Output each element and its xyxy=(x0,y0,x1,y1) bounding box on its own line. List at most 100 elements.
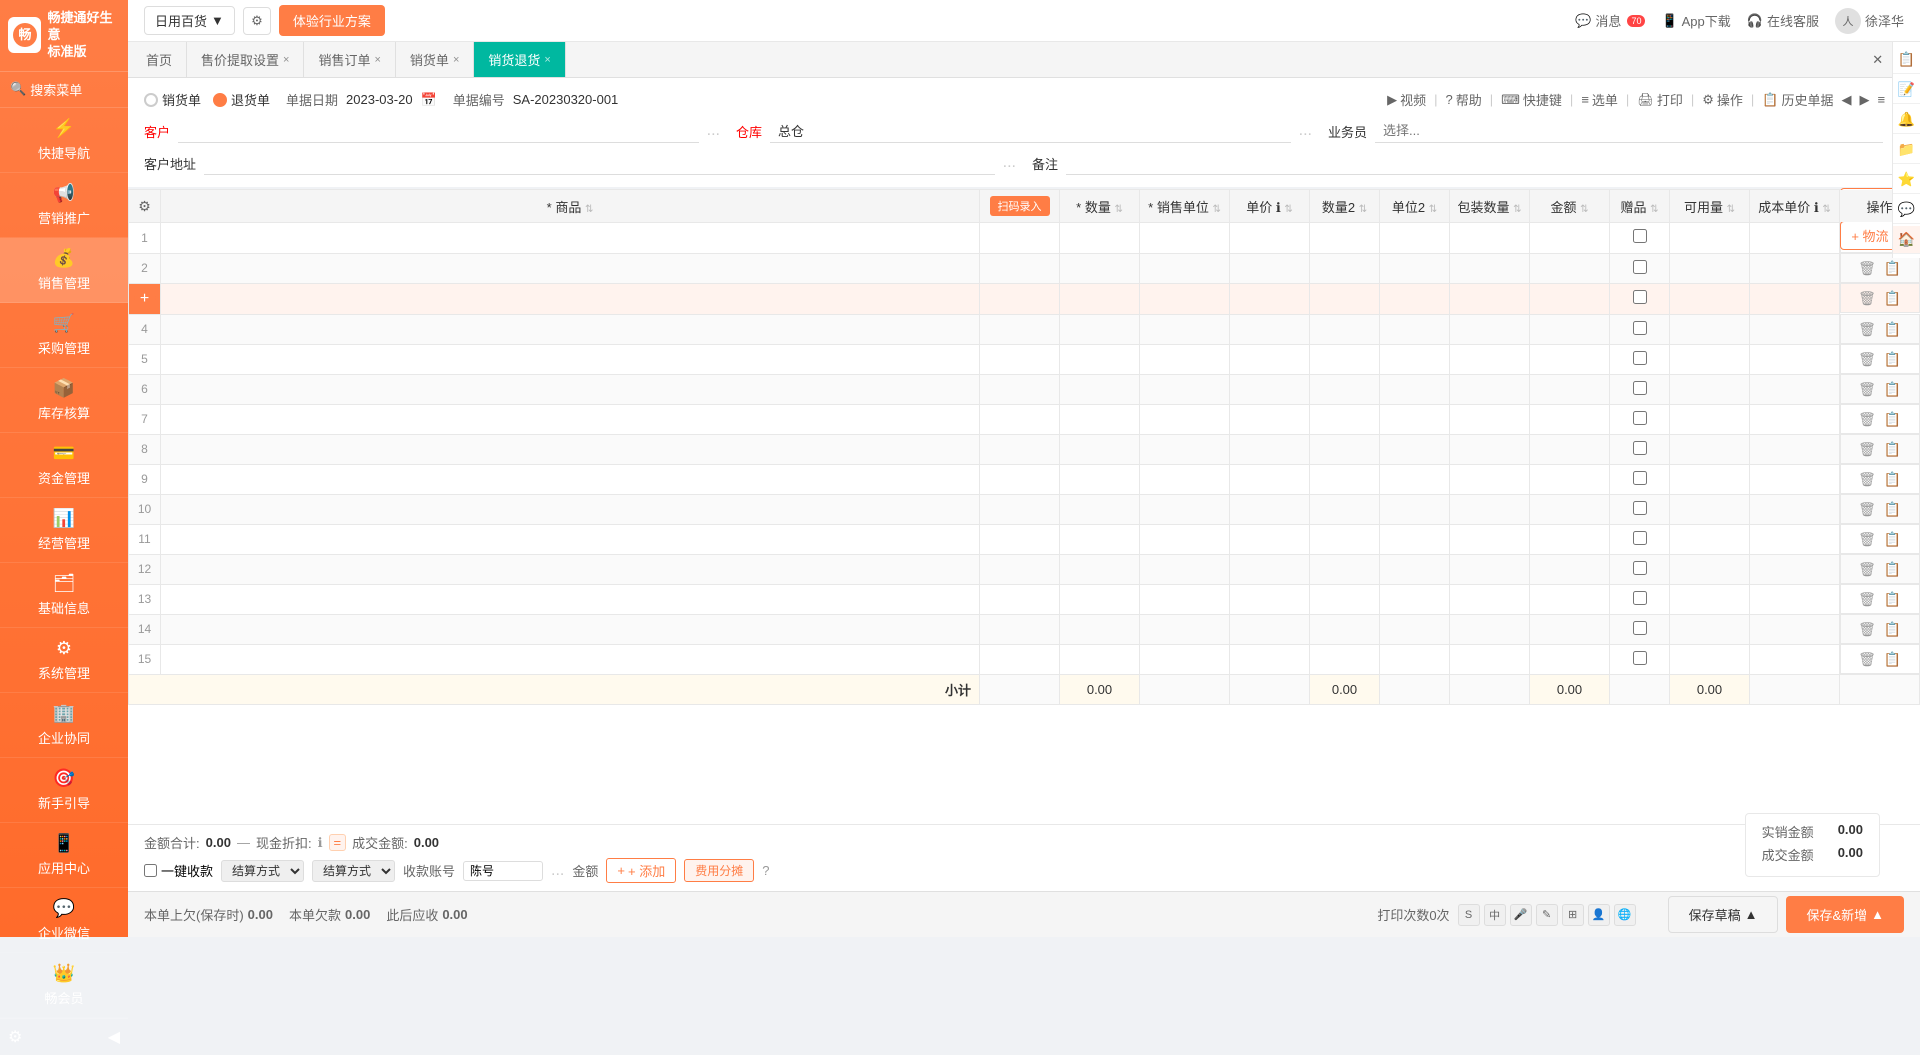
fee-info-icon[interactable]: ? xyxy=(762,863,769,878)
toolbar-select[interactable]: ≡ 选单 xyxy=(1581,90,1618,109)
copy-btn[interactable]: 📋 xyxy=(1882,559,1903,580)
sort-unit-icon[interactable]: ⇅ xyxy=(1212,204,1220,215)
scan-btn[interactable]: 扫码录入 xyxy=(990,196,1050,216)
copy-btn[interactable]: 📋 xyxy=(1882,379,1903,400)
right-panel-btn-2[interactable]: 📝 xyxy=(1893,78,1920,104)
delete-btn[interactable]: 🗑 xyxy=(1856,409,1878,430)
delete-btn[interactable]: 🗑 xyxy=(1856,439,1878,460)
save-new-btn[interactable]: 保存&新增 ▲ xyxy=(1786,896,1904,933)
add-row-btn[interactable]: + xyxy=(134,288,156,310)
address-dots[interactable]: ... xyxy=(1003,154,1016,172)
warehouse-input[interactable] xyxy=(770,119,1291,143)
sort-gift-icon[interactable]: ⇅ xyxy=(1650,204,1658,215)
tab-sales-order[interactable]: 销售订单 × xyxy=(304,42,395,77)
product-cell-1[interactable] xyxy=(161,223,980,254)
sidebar-collapse-btn[interactable]: ◀ xyxy=(108,1027,120,1047)
amount-cell-1[interactable] xyxy=(1530,223,1610,254)
right-panel-btn-3[interactable]: 🔔 xyxy=(1893,106,1920,134)
price-cell-1[interactable] xyxy=(1230,223,1310,254)
discount-info-icon[interactable]: ℹ xyxy=(318,835,323,851)
customer-service-btn[interactable]: 🎧 在线客服 xyxy=(1747,11,1819,30)
pkg-cell-1[interactable] xyxy=(1450,223,1530,254)
nav-next-btn[interactable]: ▶ xyxy=(1860,92,1870,108)
sidebar-item-quick-nav[interactable]: ⚡ 快捷导航 xyxy=(0,108,128,173)
copy-row-btn[interactable]: 📋 xyxy=(1882,258,1903,279)
delete-btn[interactable]: 🗑 xyxy=(1856,319,1878,340)
close-all-tabs-btn[interactable]: ✕ xyxy=(1866,48,1889,72)
copy-btn[interactable]: 📋 xyxy=(1882,409,1903,430)
sidebar-item-basic[interactable]: 🗂 基础信息 xyxy=(0,563,128,628)
copy-btn[interactable]: 📋 xyxy=(1882,349,1903,370)
copy-add-row-btn[interactable]: 📋 xyxy=(1882,288,1903,309)
right-panel-btn-7[interactable]: 🏠 xyxy=(1893,226,1920,254)
remark-input[interactable] xyxy=(1066,151,1904,175)
sort-amount-icon[interactable]: ⇅ xyxy=(1580,204,1588,215)
tab-close-price-setup[interactable]: × xyxy=(283,54,289,66)
sidebar-settings-btn[interactable]: ⚙ xyxy=(8,1027,22,1047)
copy-btn[interactable]: 📋 xyxy=(1882,439,1903,460)
sidebar-item-business[interactable]: 📊 经营管理 xyxy=(0,498,128,563)
account-input[interactable] xyxy=(463,861,543,881)
sidebar-item-guide[interactable]: 🎯 新手引导 xyxy=(0,758,128,823)
toolbar-history[interactable]: 📋 历史单据 xyxy=(1762,90,1833,109)
print-tool-5[interactable]: ⊞ xyxy=(1562,904,1584,926)
delete-row-btn[interactable]: 🗑 xyxy=(1856,258,1878,279)
toolbar-help[interactable]: ? 帮助 xyxy=(1446,90,1482,109)
gift-cell-1[interactable] xyxy=(1610,223,1670,254)
experience-btn[interactable]: 体验行业方案 xyxy=(279,5,385,36)
nav-prev-btn[interactable]: ◀ xyxy=(1842,92,1852,108)
print-tool-4[interactable]: ✎ xyxy=(1536,904,1558,926)
app-download-btn[interactable]: 📱 App下载 xyxy=(1661,11,1730,30)
print-tool-6[interactable]: 👤 xyxy=(1588,904,1610,926)
staff-input[interactable] xyxy=(1375,119,1883,143)
copy-btn[interactable]: 📋 xyxy=(1882,649,1903,670)
sidebar-item-finance[interactable]: 💳 资金管理 xyxy=(0,433,128,498)
calendar-icon[interactable]: 📅 xyxy=(421,92,437,108)
delete-btn[interactable]: 🗑 xyxy=(1856,469,1878,490)
sidebar-item-purchase[interactable]: 🛒 采购管理 xyxy=(0,303,128,368)
message-btn[interactable]: 💬 消息 70 xyxy=(1575,11,1645,30)
unit-cell-1[interactable] xyxy=(1140,223,1230,254)
delete-btn[interactable]: 🗑 xyxy=(1856,559,1878,580)
delete-btn[interactable]: 🗑 xyxy=(1856,379,1878,400)
copy-btn[interactable]: 📋 xyxy=(1882,319,1903,340)
sort-pkg-icon[interactable]: ⇅ xyxy=(1513,204,1521,215)
print-tool-7[interactable]: 🌐 xyxy=(1614,904,1636,926)
radio-return[interactable]: 退货单 xyxy=(213,90,270,109)
radio-sale[interactable]: 销货单 xyxy=(144,90,201,109)
fee-split-btn[interactable]: 费用分摊 xyxy=(684,859,754,882)
sort-qty2-icon[interactable]: ⇅ xyxy=(1359,204,1367,215)
qty-cell-1[interactable] xyxy=(1060,223,1140,254)
copy-btn[interactable]: 📋 xyxy=(1882,619,1903,640)
delete-btn[interactable]: 🗑 xyxy=(1856,499,1878,520)
delete-btn[interactable]: 🗑 xyxy=(1856,529,1878,550)
one-click-checkbox[interactable] xyxy=(144,864,157,877)
category-select[interactable]: 日用百货 ▼ xyxy=(144,6,235,35)
sidebar-item-marketing[interactable]: 📢 营销推广 xyxy=(0,173,128,238)
add-payment-btn[interactable]: + + 添加 xyxy=(606,858,676,883)
settle-method-select[interactable]: 结算方式 xyxy=(221,860,304,882)
sidebar-item-system[interactable]: ⚙ 系统管理 xyxy=(0,628,128,693)
toolbar-print[interactable]: 🖨 打印 xyxy=(1637,90,1683,109)
user-profile-btn[interactable]: 人 徐泽华 xyxy=(1835,8,1904,34)
print-tool-3[interactable]: 🎤 xyxy=(1510,904,1532,926)
tab-close-sales-order[interactable]: × xyxy=(374,54,380,66)
delete-btn[interactable]: 🗑 xyxy=(1856,619,1878,640)
copy-btn[interactable]: 📋 xyxy=(1882,589,1903,610)
sort-available-icon[interactable]: ⇅ xyxy=(1727,204,1735,215)
save-draft-btn[interactable]: 保存草稿 ▲ xyxy=(1668,896,1779,933)
sidebar-item-app-center[interactable]: 📱 应用中心 xyxy=(0,823,128,888)
account-dots[interactable]: ... xyxy=(551,862,564,880)
tab-close-sales-delivery[interactable]: × xyxy=(453,54,459,66)
delete-btn[interactable]: 🗑 xyxy=(1856,349,1878,370)
sidebar-item-inventory[interactable]: 📦 库存核算 xyxy=(0,368,128,433)
sort-cost-icon[interactable]: ⇅ xyxy=(1822,204,1830,215)
print-tool-1[interactable]: S xyxy=(1458,904,1480,926)
delete-add-row-btn[interactable]: 🗑 xyxy=(1856,288,1878,309)
copy-btn[interactable]: 📋 xyxy=(1882,529,1903,550)
toolbar-operate[interactable]: ⚙ 操作 xyxy=(1702,90,1743,109)
sort-unit2-icon[interactable]: ⇅ xyxy=(1429,204,1437,215)
calc-method-select[interactable]: 结算方式 xyxy=(312,860,395,882)
delete-btn[interactable]: 🗑 xyxy=(1856,589,1878,610)
customer-dots[interactable]: ... xyxy=(707,122,720,140)
